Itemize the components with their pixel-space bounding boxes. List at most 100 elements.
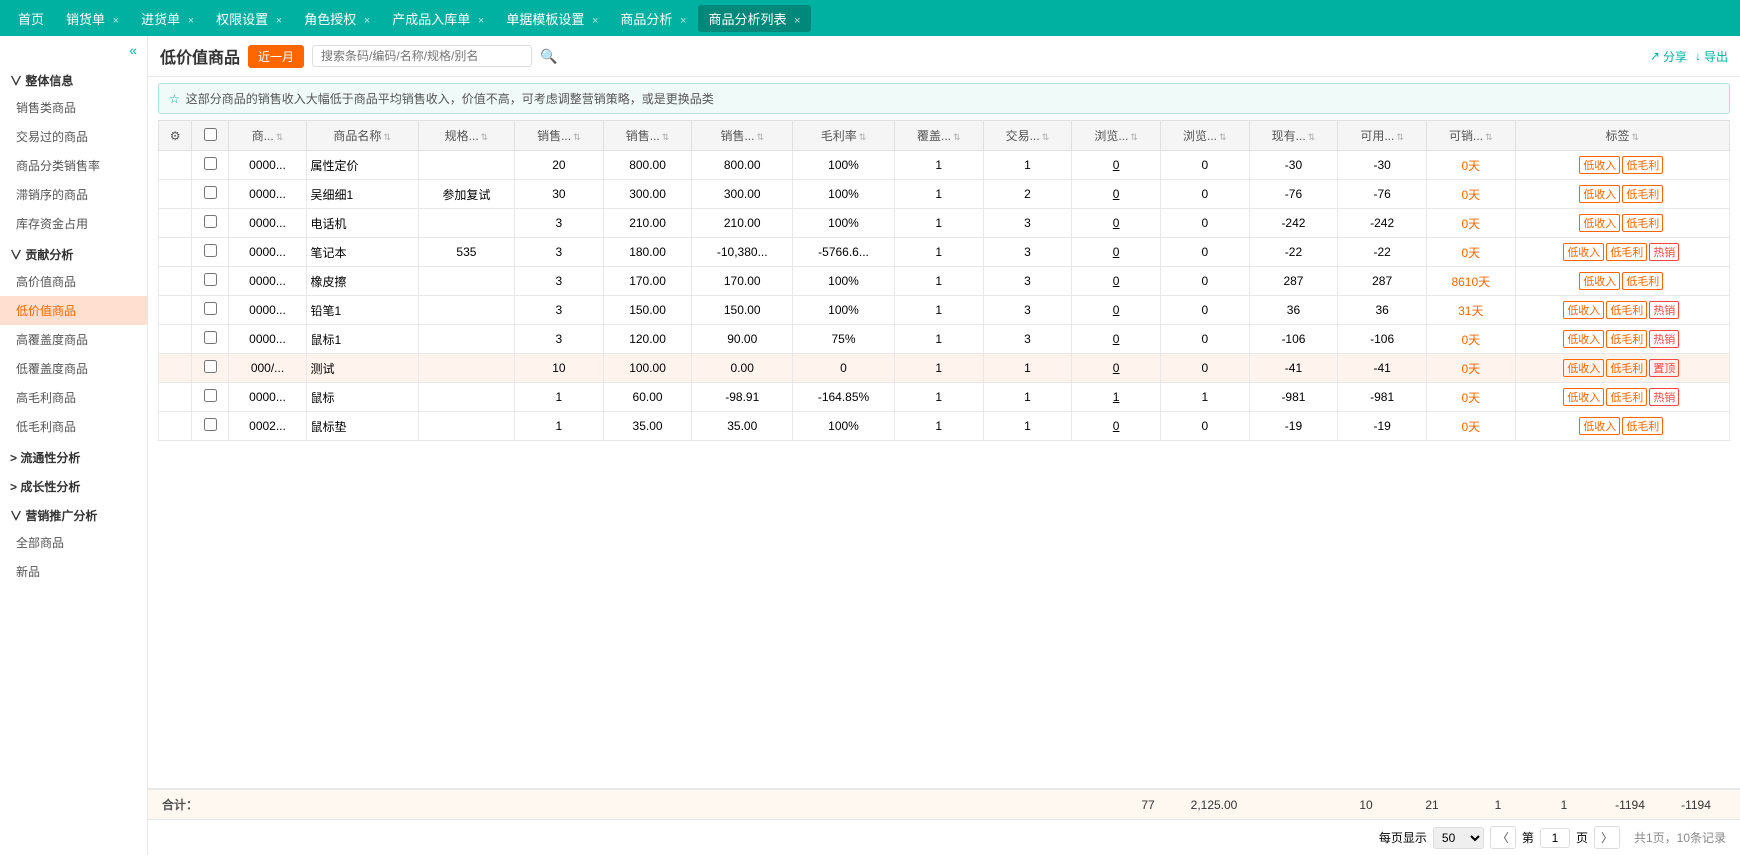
filter-button[interactable]: 近一月 <box>248 45 304 68</box>
row-spec: 参加复试 <box>418 180 514 209</box>
search-icon[interactable]: 🔍 <box>540 48 557 65</box>
sidebar-item-sales-goods[interactable]: 销售类商品 <box>0 93 147 122</box>
row-select-checkbox[interactable] <box>204 360 217 373</box>
col-saleable[interactable]: 可销...⇅ <box>1426 121 1515 151</box>
row-days: 0天 <box>1426 180 1515 209</box>
row-checkbox[interactable] <box>192 325 229 354</box>
sidebar-item-slow-goods[interactable]: 滞销序的商品 <box>0 180 147 209</box>
page-number-input[interactable] <box>1540 828 1570 848</box>
col-spec[interactable]: 规格...⇅ <box>418 121 514 151</box>
col-browse2[interactable]: 浏览...⇅ <box>1160 121 1249 151</box>
col-check[interactable] <box>192 121 229 151</box>
col-coverage[interactable]: 覆盖...⇅ <box>894 121 983 151</box>
nav-template[interactable]: 单据模板设置 × <box>496 5 608 32</box>
row-checkbox[interactable] <box>192 412 229 441</box>
prev-page-button[interactable]: 〈 <box>1490 826 1516 849</box>
col-sales-amount[interactable]: 销售...⇅ <box>692 121 793 151</box>
nav-purchase[interactable]: 进货单 × <box>131 5 204 32</box>
sidebar-group-marketing[interactable]: ∨ 营销推广分析 <box>0 499 147 528</box>
row-checkbox[interactable] <box>192 238 229 267</box>
sidebar-group-growth[interactable]: > 成长性分析 <box>0 470 147 499</box>
col-tag[interactable]: 标签⇅ <box>1515 121 1729 151</box>
close-icon[interactable]: × <box>276 15 282 27</box>
close-icon[interactable]: × <box>478 15 484 27</box>
col-sales-qty[interactable]: 销售...⇅ <box>515 121 604 151</box>
close-icon[interactable]: × <box>113 15 119 27</box>
sidebar-item-category-sales[interactable]: 商品分类销售率 <box>0 151 147 180</box>
sidebar-group-contribution[interactable]: ∨ 贡献分析 <box>0 238 147 267</box>
row-select-checkbox[interactable] <box>204 157 217 170</box>
share-button[interactable]: ↗ 分享 <box>1650 48 1687 65</box>
main-content: 低价值商品 近一月 🔍 ↗ 分享 ↓ 导出 ☆ 这部分商品的销售收入大幅低于商品… <box>148 36 1740 855</box>
nav-permission[interactable]: 权限设置 × <box>206 5 292 32</box>
sidebar-item-new-goods[interactable]: 新品 <box>0 557 147 586</box>
export-button[interactable]: ↓ 导出 <box>1695 48 1728 65</box>
sidebar-item-traded-goods[interactable]: 交易过的商品 <box>0 122 147 151</box>
nav-product-in[interactable]: 产成品入库单 × <box>382 5 494 32</box>
row-tags: 低收入低毛利 <box>1515 180 1729 209</box>
row-select-checkbox[interactable] <box>204 331 217 344</box>
collapse-button[interactable]: « <box>125 40 141 60</box>
sidebar-item-low-margin[interactable]: 低毛利商品 <box>0 412 147 441</box>
col-current[interactable]: 现有...⇅ <box>1249 121 1338 151</box>
row-browse1[interactable]: 0 <box>1072 180 1161 209</box>
footer-sales-qty: 77 <box>1118 798 1178 812</box>
row-checkbox[interactable] <box>192 151 229 180</box>
sidebar-item-all-goods[interactable]: 全部商品 <box>0 528 147 557</box>
row-browse1[interactable]: 0 <box>1072 267 1161 296</box>
row-select-checkbox[interactable] <box>204 418 217 431</box>
close-icon[interactable]: × <box>188 15 194 27</box>
select-all-checkbox[interactable] <box>204 128 217 141</box>
row-checkbox[interactable] <box>192 180 229 209</box>
row-checkbox[interactable] <box>192 354 229 383</box>
nav-role[interactable]: 角色授权 × <box>294 5 380 32</box>
search-input[interactable] <box>312 45 532 67</box>
col-name[interactable]: 商品名称⇅ <box>306 121 418 151</box>
row-browse1[interactable]: 0 <box>1072 296 1161 325</box>
row-browse1[interactable]: 0 <box>1072 151 1161 180</box>
row-browse1[interactable]: 0 <box>1072 354 1161 383</box>
nav-home[interactable]: 首页 <box>8 5 54 32</box>
close-icon[interactable]: × <box>794 15 800 27</box>
sidebar-item-inventory-capital[interactable]: 库存资金占用 <box>0 209 147 238</box>
sidebar-item-high-coverage[interactable]: 高覆盖度商品 <box>0 325 147 354</box>
sidebar-item-low-coverage[interactable]: 低覆盖度商品 <box>0 354 147 383</box>
nav-sales[interactable]: 销货单 × <box>56 5 129 32</box>
row-select-checkbox[interactable] <box>204 186 217 199</box>
row-select-checkbox[interactable] <box>204 215 217 228</box>
col-settings[interactable]: ⚙ <box>159 121 192 151</box>
row-select-checkbox[interactable] <box>204 273 217 286</box>
row-checkbox[interactable] <box>192 267 229 296</box>
row-checkbox[interactable] <box>192 383 229 412</box>
col-gross-rate[interactable]: 毛利率⇅ <box>793 121 895 151</box>
col-trade[interactable]: 交易...⇅ <box>983 121 1072 151</box>
sidebar-item-high-margin[interactable]: 高毛利商品 <box>0 383 147 412</box>
sidebar-item-high-value[interactable]: 高价值商品 <box>0 267 147 296</box>
row-select-checkbox[interactable] <box>204 389 217 402</box>
row-browse1[interactable]: 0 <box>1072 238 1161 267</box>
sidebar-group-overall[interactable]: ∨ 整体信息 <box>0 64 147 93</box>
col-browse1[interactable]: 浏览...⇅ <box>1072 121 1161 151</box>
row-checkbox[interactable] <box>192 209 229 238</box>
close-icon[interactable]: × <box>364 15 370 27</box>
col-sales-price[interactable]: 销售...⇅ <box>603 121 692 151</box>
close-icon[interactable]: × <box>592 15 598 27</box>
row-select-checkbox[interactable] <box>204 302 217 315</box>
col-code[interactable]: 商...⇅ <box>229 121 306 151</box>
nav-goods-analysis[interactable]: 商品分析 × <box>610 5 696 32</box>
row-browse1[interactable]: 0 <box>1072 209 1161 238</box>
page-size-select[interactable]: 50 100 <box>1433 827 1484 849</box>
row-checkbox[interactable] <box>192 296 229 325</box>
row-select-checkbox[interactable] <box>204 244 217 257</box>
nav-goods-list[interactable]: 商品分析列表 × <box>698 5 810 32</box>
row-browse1[interactable]: 1 <box>1072 383 1161 412</box>
sidebar-group-liquidity[interactable]: > 流通性分析 <box>0 441 147 470</box>
close-icon[interactable]: × <box>680 15 686 27</box>
row-gross-rate: 100% <box>793 151 895 180</box>
footer-coverage: 10 <box>1336 798 1396 812</box>
row-browse1[interactable]: 0 <box>1072 412 1161 441</box>
next-page-button[interactable]: 〉 <box>1594 826 1620 849</box>
row-browse1[interactable]: 0 <box>1072 325 1161 354</box>
col-available[interactable]: 可用...⇅ <box>1338 121 1427 151</box>
sidebar-item-low-value[interactable]: 低价值商品 <box>0 296 147 325</box>
